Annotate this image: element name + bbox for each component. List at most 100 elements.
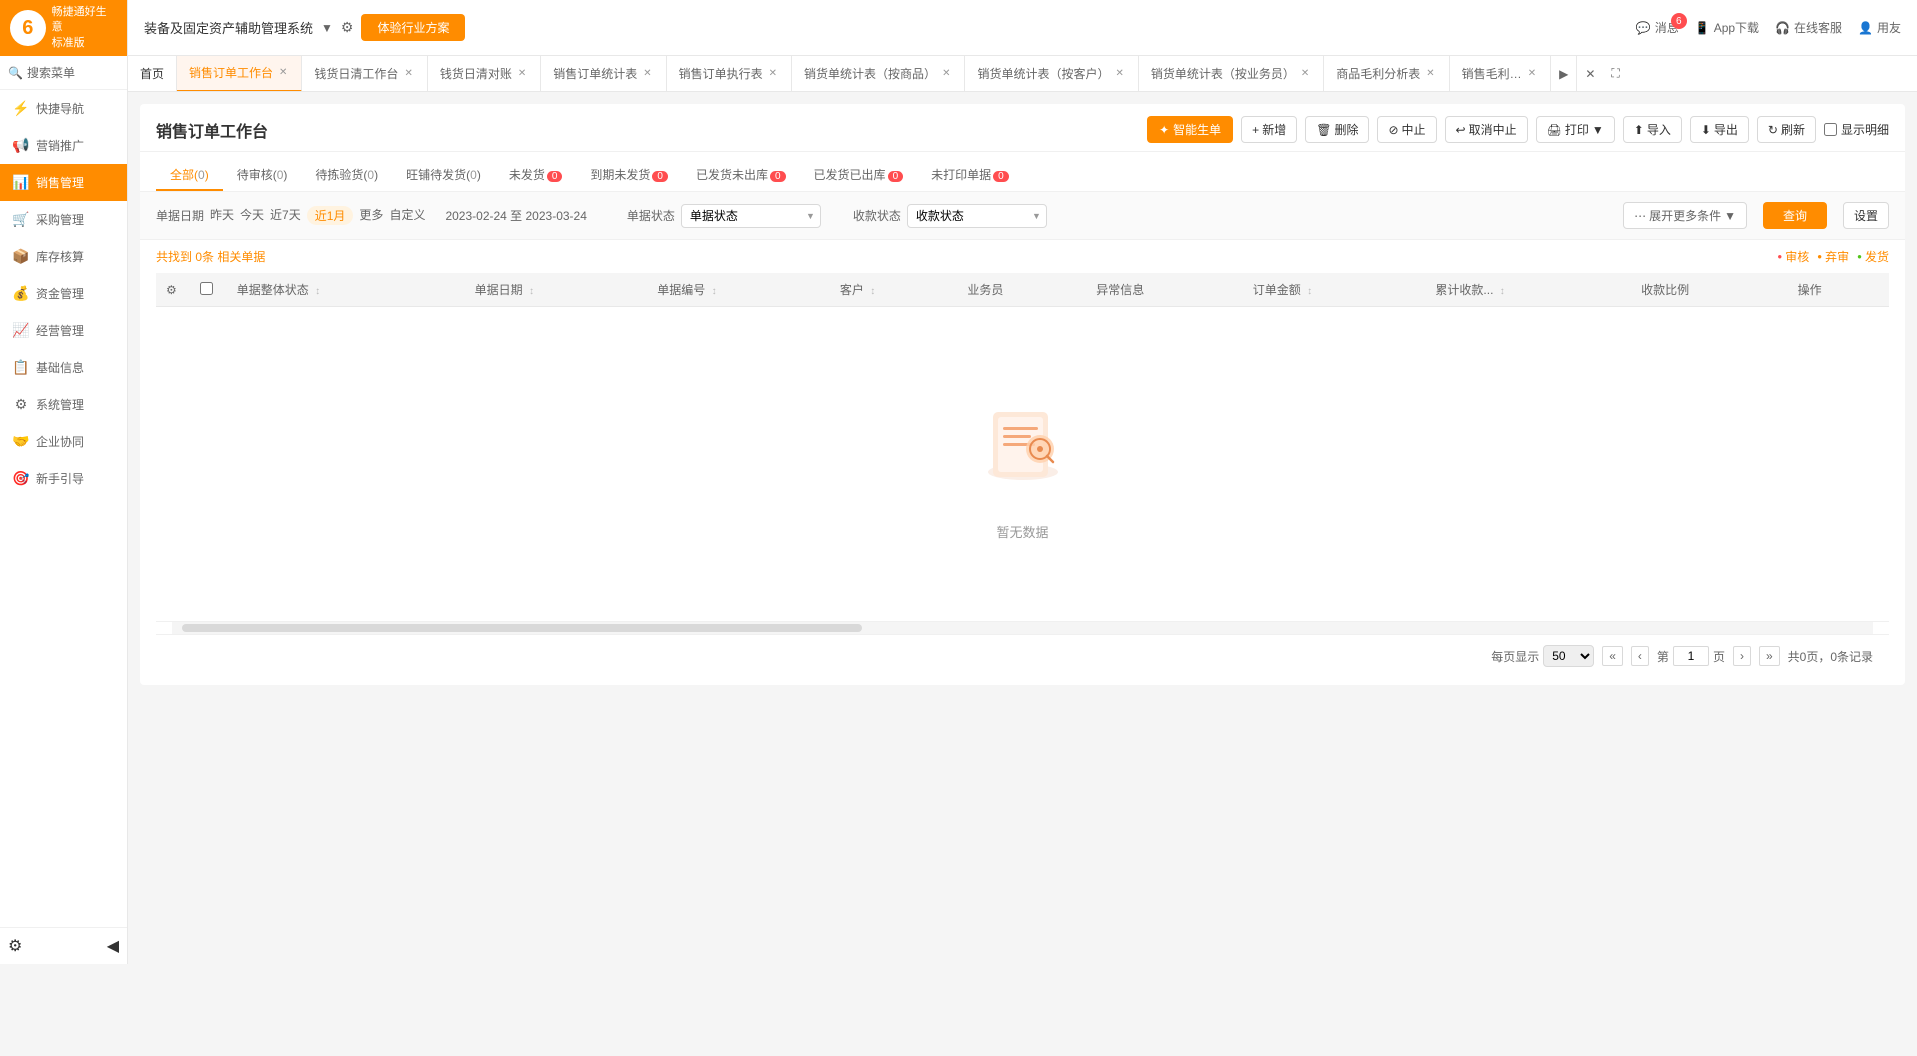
date-more[interactable]: 更多 [359, 206, 383, 225]
tab-cash-daily[interactable]: 钱货日清工作台 ✕ [302, 56, 427, 92]
status-select[interactable]: 单据状态 [681, 204, 821, 228]
settings-icon[interactable]: ⚙ [8, 936, 22, 956]
sidebar-item-guide[interactable]: 🎯 新手引导 [0, 460, 127, 497]
sidebar-item-inventory[interactable]: 📦 库存核算 [0, 238, 127, 275]
col-settings[interactable]: ⚙ [156, 273, 187, 307]
print-btn[interactable]: 🖨 打印 ▼ [1536, 116, 1615, 143]
filter-tab-shipped-out[interactable]: 已发货已出库0 [800, 160, 918, 191]
filter-tab-overdue-unshipped[interactable]: 到期未发货0 [576, 160, 682, 191]
tab-close-goods-stats-customer[interactable]: ✕ [1113, 67, 1125, 80]
payment-select[interactable]: 收款状态 [907, 204, 1047, 228]
sidebar-item-purchase[interactable]: 🛒 采购管理 [0, 201, 127, 238]
sidebar-item-quick-nav[interactable]: ⚡ 快捷导航 [0, 90, 127, 127]
import-btn[interactable]: ⬆ 导入 [1623, 116, 1682, 143]
tab-close-goods-stats-product[interactable]: ✕ [940, 67, 952, 80]
col-checkbox[interactable] [187, 273, 227, 307]
col-date[interactable]: 单据日期 ↕ [465, 273, 648, 307]
query-btn[interactable]: 查询 [1763, 202, 1827, 229]
tab-close-sales-order[interactable]: ✕ [277, 66, 289, 79]
ai-generate-btn[interactable]: ✦ 智能生单 [1147, 116, 1233, 143]
filter-tab-wangpu-ship[interactable]: 旺铺待发货(0) [392, 160, 495, 191]
tab-maximize[interactable]: ⛶ [1603, 56, 1627, 92]
date-7days[interactable]: 近7天 [270, 206, 301, 225]
tab-goods-stats-staff[interactable]: 销货单统计表（按业务员） ✕ [1139, 56, 1324, 92]
delete-btn[interactable]: 🗑 删除 [1305, 116, 1369, 143]
filter-row-1: 单据日期 昨天 今天 近7天 近1月 更多 自定义 2023-02-24 至 2… [156, 202, 1889, 229]
show-detail-checkbox[interactable] [1824, 123, 1837, 136]
col-status[interactable]: 单据整体状态 ↕ [227, 273, 465, 307]
per-page-select[interactable]: 50 10 20 100 [1543, 645, 1594, 667]
refresh-btn[interactable]: ↻ 刷新 [1757, 116, 1816, 143]
tab-goods-stats-customer[interactable]: 销货单统计表（按客户） ✕ [965, 56, 1138, 92]
filter-tab-pending-review[interactable]: 待审核(0) [223, 160, 302, 191]
scrollbar-thumb[interactable] [182, 624, 862, 632]
tab-sales-stats[interactable]: 销售订单统计表 ✕ [541, 56, 666, 92]
tab-nav-more[interactable]: ▶ [1551, 56, 1577, 92]
page-input[interactable] [1673, 646, 1709, 666]
prev-page-btn[interactable]: ‹ [1631, 646, 1649, 666]
date-custom[interactable]: 自定义 [389, 206, 425, 225]
system-dropdown[interactable]: ▼ [321, 21, 333, 35]
sidebar-item-system[interactable]: ⚙ 系统管理 [0, 386, 127, 423]
industry-btn[interactable]: 体验行业方案 [361, 14, 465, 41]
tab-close-all[interactable]: ✕ [1577, 56, 1603, 92]
sidebar-item-collab[interactable]: 🤝 企业协同 [0, 423, 127, 460]
tab-goods-stats-product[interactable]: 销货单统计表（按商品） ✕ [792, 56, 965, 92]
tab-close-cash-reconcile[interactable]: ✕ [516, 67, 528, 80]
tab-sales-margin[interactable]: 销售毛利… ✕ [1450, 56, 1551, 92]
filter-tab-unshipped[interactable]: 未发货0 [495, 160, 577, 191]
filter-tab-all[interactable]: 全部(0) [156, 160, 223, 191]
filter-tab-pending-check[interactable]: 待拣验货(0) [301, 160, 392, 191]
show-detail-label[interactable]: 显示明细 [1824, 121, 1889, 138]
logo[interactable]: 6 畅捷通好生意 标准版 [0, 0, 127, 56]
setting-query-btn[interactable]: 设置 [1843, 202, 1889, 229]
stop-icon: ⊘ [1388, 123, 1398, 137]
horizontal-scrollbar[interactable] [172, 622, 1873, 634]
collapse-icon[interactable]: ◀ [107, 936, 119, 956]
filter-tab-unprinted[interactable]: 未打印单据0 [917, 160, 1023, 191]
cancel-stop-btn[interactable]: ↩ 取消中止 [1445, 116, 1528, 143]
cancel-audit-action[interactable]: 弃审 [1817, 248, 1849, 265]
sidebar-item-operations[interactable]: 📈 经营管理 [0, 312, 127, 349]
sidebar-item-basic-info[interactable]: 📋 基础信息 [0, 349, 127, 386]
app-download-btn[interactable]: 📱 App下载 [1695, 19, 1759, 36]
export-btn[interactable]: ⬇ 导出 [1690, 116, 1749, 143]
first-page-btn[interactable]: « [1602, 646, 1623, 666]
tab-home[interactable]: 首页 [128, 56, 177, 92]
col-amount[interactable]: 订单金额 ↕ [1243, 273, 1426, 307]
tab-margin-analysis[interactable]: 商品毛利分析表 ✕ [1324, 56, 1449, 92]
col-number[interactable]: 单据编号 ↕ [647, 273, 830, 307]
tab-close-cash-daily[interactable]: ✕ [402, 67, 414, 80]
last-page-btn[interactable]: » [1759, 646, 1780, 666]
col-received[interactable]: 累计收款... ↕ [1425, 273, 1631, 307]
tab-close-sales-stats[interactable]: ✕ [641, 67, 653, 80]
online-service-btn[interactable]: 🎧 在线客服 [1775, 19, 1842, 36]
tab-cash-reconcile[interactable]: 钱货日清对账 ✕ [428, 56, 541, 92]
tab-close-sales-margin[interactable]: ✕ [1526, 67, 1538, 80]
tab-sales-order-workbench[interactable]: 销售订单工作台 ✕ [177, 56, 302, 92]
add-btn[interactable]: + 新增 [1241, 116, 1297, 143]
tab-sales-exec[interactable]: 销售订单执行表 ✕ [667, 56, 792, 92]
message-btn[interactable]: 💬 消息 6 [1636, 19, 1679, 36]
expand-more-btn[interactable]: ⋯ 展开更多条件 ▼ [1623, 202, 1747, 229]
date-1month[interactable]: 近1月 [307, 206, 354, 225]
next-page-btn[interactable]: › [1733, 646, 1751, 666]
date-yesterday[interactable]: 昨天 [210, 206, 234, 225]
tab-close-goods-stats-staff[interactable]: ✕ [1299, 67, 1311, 80]
sidebar-item-marketing[interactable]: 📢 营销推广 [0, 127, 127, 164]
sidebar-item-finance[interactable]: 💰 资金管理 [0, 275, 127, 312]
filter-tab-shipped-not-out[interactable]: 已发货未出库0 [682, 160, 800, 191]
ship-action[interactable]: 发货 [1857, 248, 1889, 265]
col-salesperson[interactable]: 业务员 [957, 273, 1086, 307]
audit-action[interactable]: 审核 [1777, 248, 1809, 265]
col-customer[interactable]: 客户 ↕ [830, 273, 957, 307]
tab-close-margin-analysis[interactable]: ✕ [1424, 67, 1436, 80]
tab-close-sales-exec[interactable]: ✕ [767, 67, 779, 80]
user-menu[interactable]: 👤 用友 [1858, 19, 1901, 36]
stop-btn[interactable]: ⊘ 中止 [1377, 116, 1436, 143]
gear-icon[interactable]: ⚙ [341, 19, 354, 36]
sidebar-item-sales[interactable]: 📊 销售管理 [0, 164, 127, 201]
date-today[interactable]: 今天 [240, 206, 264, 225]
search-menu[interactable]: 🔍 搜索菜单 [0, 56, 127, 90]
col-exception[interactable]: 异常信息 [1086, 273, 1243, 307]
